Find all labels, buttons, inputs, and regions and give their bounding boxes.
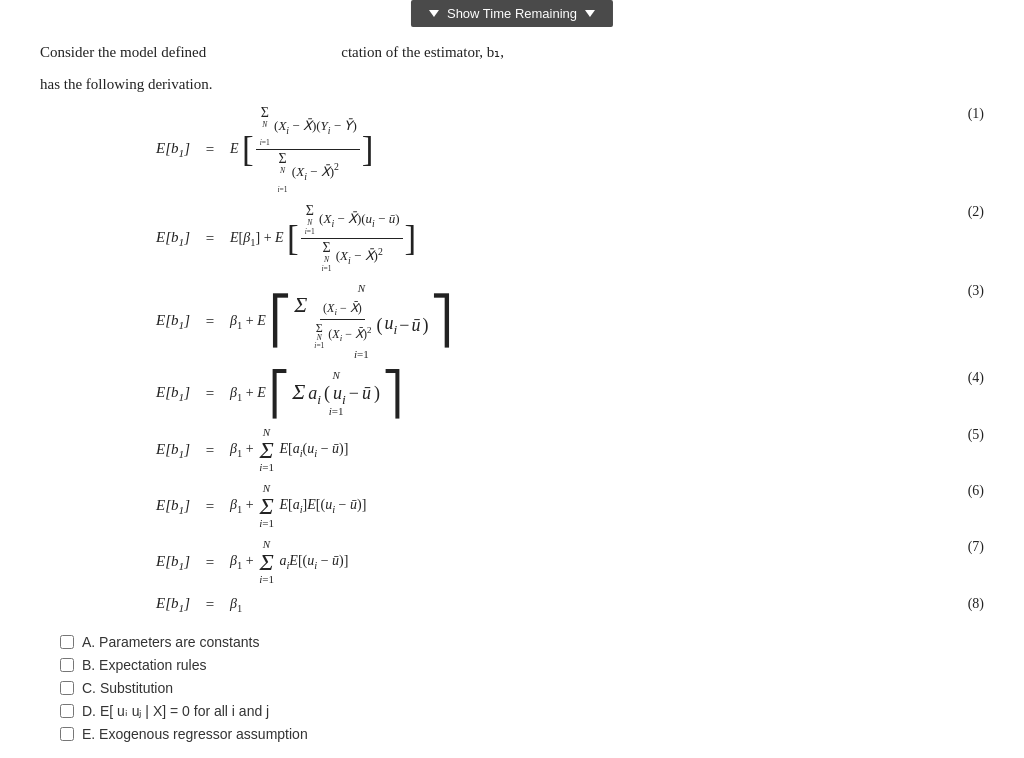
option-C-label: C. Substitution — [82, 680, 173, 696]
bracket-left: [ — [242, 132, 254, 167]
eq3-num: (3) — [968, 283, 984, 299]
option-B-label: B. Expectation rules — [82, 657, 207, 673]
eq8-rhs: β1 (8) — [230, 596, 984, 614]
banner-label: Show Time Remaining — [447, 6, 577, 21]
intro-paragraph: Consider the model defined ctation of th… — [40, 40, 984, 64]
option-A-label: A. Parameters are constants — [82, 634, 259, 650]
eq6-lhs: E[b1] — [100, 497, 190, 516]
eq3-equals: = — [190, 313, 230, 330]
eq2-equals: = — [190, 230, 230, 247]
option-D[interactable]: D. E[ uᵢ uⱼ | X] = 0 for all i and j — [60, 703, 984, 719]
eq1-equals: = — [190, 141, 230, 158]
equation-3: E[b1] = β1 + E ⎡ N Σ (Xi − X̄) — [100, 283, 984, 360]
eq2-rhs: E[β1] + E [ ΣNi=1 (Xi − X̄)(ui − ū) ΣNi=… — [230, 204, 984, 273]
eq1-lhs: E[b1] — [100, 140, 190, 159]
intro-line1-end: ctation of the estimator, b₁, — [341, 44, 504, 60]
checkbox-E[interactable] — [60, 727, 74, 741]
option-A[interactable]: A. Parameters are constants — [60, 634, 984, 650]
triangle-left-icon — [429, 10, 439, 17]
eq4-num: (4) — [968, 370, 984, 386]
checkbox-A[interactable] — [60, 635, 74, 649]
option-D-label: D. E[ uᵢ uⱼ | X] = 0 for all i and j — [82, 703, 269, 719]
eq5-equals: = — [190, 442, 230, 459]
eq1-rhs: E [ ΣNi=1 (Xi − X̄)(Yi − Ȳ) ΣNi=1 (Xi − … — [230, 106, 984, 194]
equation-7: E[b1] = β1 + N Σ i=1 aiE[(ui − ū)] (7) — [100, 539, 984, 585]
eq2-lhs: E[b1] — [100, 229, 190, 248]
equation-4: E[b1] = β1 + E ⎡ N Σ ai(ui − ū) i=1 ⎤ — [100, 370, 984, 417]
main-content: Consider the model defined ctation of th… — [0, 0, 1024, 758]
intro-line2: has the following derivation. — [40, 72, 984, 96]
eq6-rhs: β1 + N Σ i=1 E[ai]E[(ui − ū)] (6) — [230, 483, 984, 529]
eq6-num: (6) — [968, 483, 984, 499]
eq8-lhs: E[b1] — [100, 595, 190, 614]
eq8-equals: = — [190, 596, 230, 613]
equation-6: E[b1] = β1 + N Σ i=1 E[ai]E[(ui − ū)] (6… — [100, 483, 984, 529]
answer-options: A. Parameters are constants B. Expectati… — [40, 634, 984, 742]
checkbox-B[interactable] — [60, 658, 74, 672]
eq4-equals: = — [190, 385, 230, 402]
checkbox-C[interactable] — [60, 681, 74, 695]
eq8-num: (8) — [968, 596, 984, 612]
eq4-lhs: E[b1] — [100, 384, 190, 403]
eq7-num: (7) — [968, 539, 984, 555]
equation-5: E[b1] = β1 + N Σ i=1 E[ai(ui − ū)] (5) — [100, 427, 984, 473]
intro-line1-start: Consider the model defined — [40, 44, 206, 60]
eq7-equals: = — [190, 554, 230, 571]
eq1-num: (1) — [968, 106, 984, 122]
option-E-label: E. Exogenous regressor assumption — [82, 726, 308, 742]
option-B[interactable]: B. Expectation rules — [60, 657, 984, 673]
math-derivation: E[b1] = E [ ΣNi=1 (Xi − X̄)(Yi − Ȳ) ΣNi=… — [40, 106, 984, 614]
eq5-lhs: E[b1] — [100, 441, 190, 460]
triangle-right-icon — [585, 10, 595, 17]
eq3-rhs: β1 + E ⎡ N Σ (Xi − X̄) ΣNi=1 — [230, 283, 984, 360]
eq6-equals: = — [190, 498, 230, 515]
show-time-banner[interactable]: Show Time Remaining — [411, 0, 613, 27]
checkbox-D[interactable] — [60, 704, 74, 718]
option-C[interactable]: C. Substitution — [60, 680, 984, 696]
eq3-lhs: E[b1] — [100, 312, 190, 331]
bracket-right: ] — [362, 132, 374, 167]
option-E[interactable]: E. Exogenous regressor assumption — [60, 726, 984, 742]
eq4-rhs: β1 + E ⎡ N Σ ai(ui − ū) i=1 ⎤ (4) — [230, 370, 984, 417]
eq7-rhs: β1 + N Σ i=1 aiE[(ui − ū)] (7) — [230, 539, 984, 585]
equation-1: E[b1] = E [ ΣNi=1 (Xi − X̄)(Yi − Ȳ) ΣNi=… — [100, 106, 984, 194]
equation-2: E[b1] = E[β1] + E [ ΣNi=1 (Xi − X̄)(ui −… — [100, 204, 984, 273]
equation-8: E[b1] = β1 (8) — [100, 595, 984, 614]
eq7-lhs: E[b1] — [100, 553, 190, 572]
eq5-num: (5) — [968, 427, 984, 443]
eq2-num: (2) — [968, 204, 984, 220]
eq5-rhs: β1 + N Σ i=1 E[ai(ui − ū)] (5) — [230, 427, 984, 473]
